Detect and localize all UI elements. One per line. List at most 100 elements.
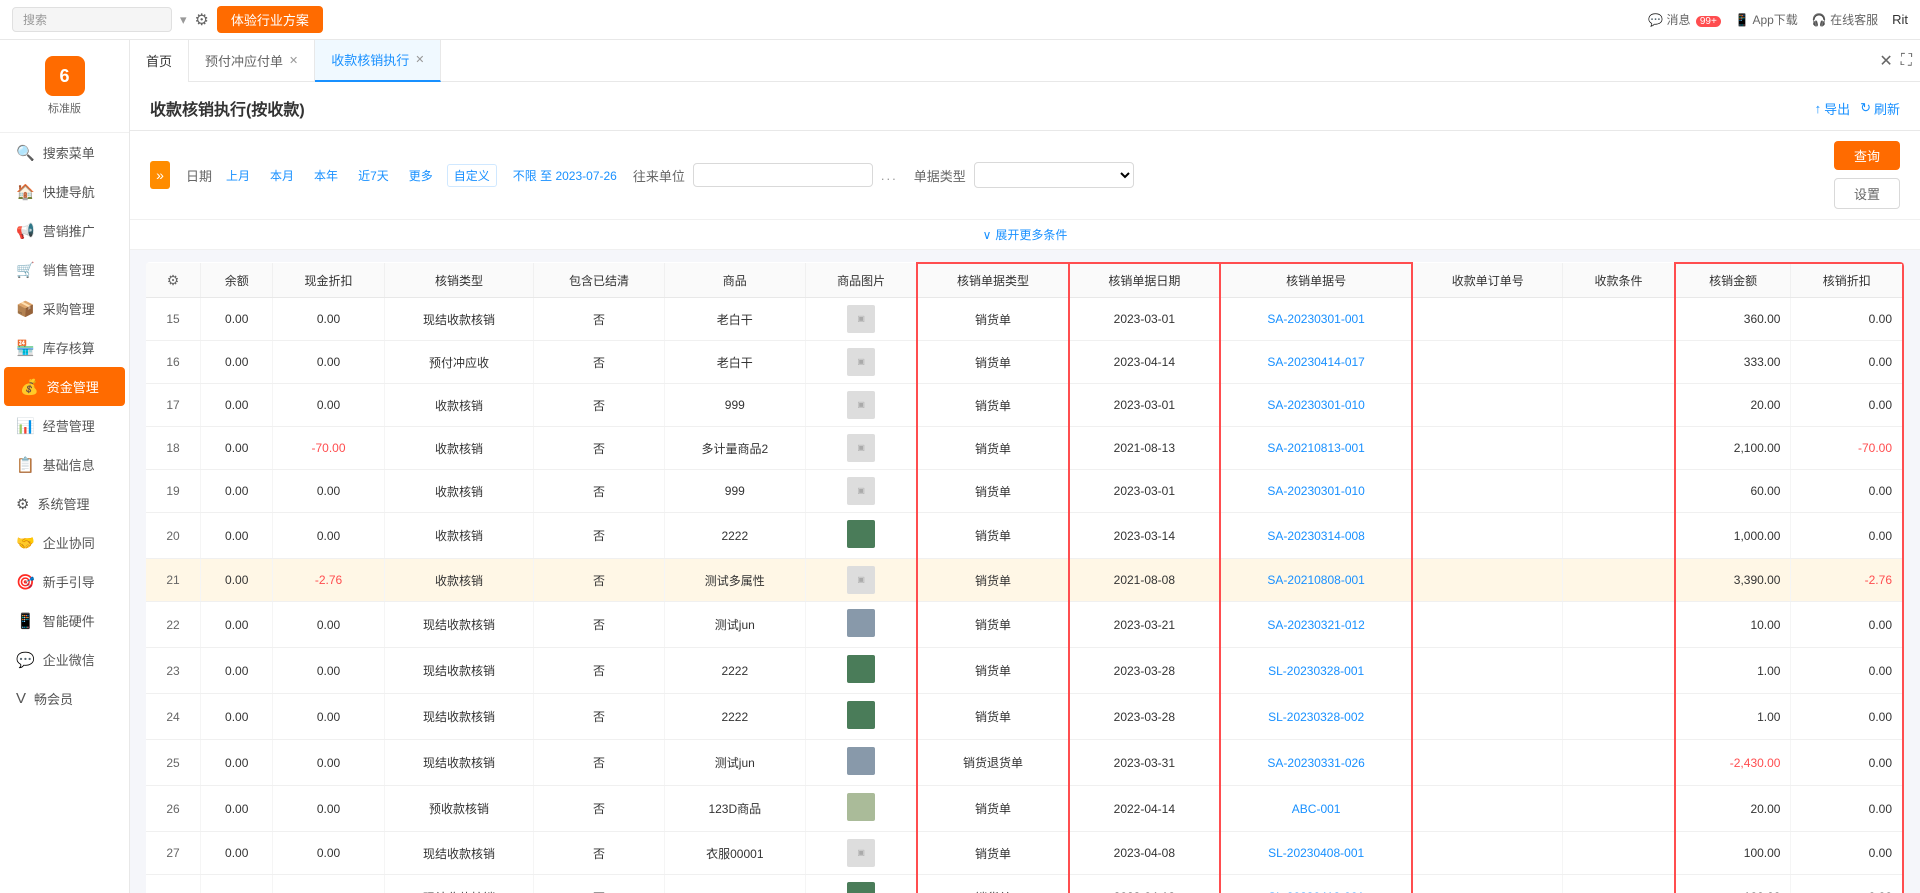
messages-item[interactable]: 💬 消息 99+: [1648, 11, 1721, 28]
th-balance: 余额: [201, 263, 273, 298]
solution-button[interactable]: 体验行业方案: [217, 6, 323, 33]
sidebar-item-collab[interactable]: 🤝 企业协同: [0, 523, 129, 562]
online-service[interactable]: 🎧 在线客服: [1812, 11, 1878, 28]
search-input[interactable]: 搜索: [12, 7, 172, 32]
main-area: 首页 预付冲应付单 ✕ 收款核销执行 ✕ ✕ ⛶ 收款核销执行(按收款) ↑: [130, 40, 1920, 893]
sidebar-item-marketing[interactable]: 📢 营销推广: [0, 211, 129, 250]
search-icon: 🔍: [16, 144, 35, 162]
sidebar-item-basic[interactable]: 📋 基础信息: [0, 445, 129, 484]
cell-wo-doc-no[interactable]: SA-20230301-010: [1220, 384, 1412, 427]
cell-write-off-type: 现结收款核销: [384, 298, 534, 341]
settings-icon[interactable]: ⚙: [195, 10, 209, 30]
cell-receipt-condition: [1563, 384, 1675, 427]
cell-wo-doc-date: 2023-04-18: [1069, 875, 1220, 893]
header-row: ⚙ 余额 现金折扣 核销类型 包含已结清 商品 商品图片 核销单据类型 核销单据…: [146, 263, 1903, 298]
layout: 6 标准版 🔍 搜索菜单 🏠 快捷导航 📢 营销推广 🛒 销售管理 📦 采购管理…: [0, 40, 1920, 893]
cell-write-off-type: 现结收款核销: [384, 602, 534, 648]
sidebar-item-hardware[interactable]: 📱 智能硬件: [0, 601, 129, 640]
cell-goods: 999: [664, 470, 805, 513]
sidebar-item-guide[interactable]: 🎯 新手引导: [0, 562, 129, 601]
cell-goods-image: [805, 786, 917, 832]
sidebar-item-purchase[interactable]: 📦 采购管理: [0, 289, 129, 328]
sidebar-item-finance[interactable]: 💰 资金管理: [4, 367, 125, 406]
cell-wo-doc-type: 销货单: [917, 875, 1068, 893]
date-this-year-btn[interactable]: 本年: [308, 165, 344, 186]
party-filter-input[interactable]: [693, 163, 873, 187]
cell-wo-doc-no[interactable]: SA-20230414-017: [1220, 341, 1412, 384]
th-gear[interactable]: ⚙: [146, 263, 201, 298]
cell-balance: 0.00: [201, 648, 273, 694]
cell-goods: 2222: [664, 694, 805, 740]
cell-wo-doc-date: 2023-03-28: [1069, 648, 1220, 694]
tab-prepay[interactable]: 预付冲应付单 ✕: [189, 40, 315, 82]
cell-wo-doc-date: 2023-03-21: [1069, 602, 1220, 648]
cell-write-off-type: 现结收款核销: [384, 694, 534, 740]
cell-wo-doc-type: 销货单: [917, 602, 1068, 648]
home-icon: 🏠: [16, 183, 35, 201]
filter-arrow-button[interactable]: »: [150, 161, 170, 189]
sidebar-item-search[interactable]: 🔍 搜索菜单: [0, 133, 129, 172]
sidebar-item-wechat[interactable]: 💬 企业微信: [0, 640, 129, 679]
cell-wo-doc-type: 销货单: [917, 786, 1068, 832]
table-row: 260.000.00预收款核销否123D商品销货单2022-04-14ABC-0…: [146, 786, 1903, 832]
tab-close-all-button[interactable]: ✕: [1879, 51, 1892, 71]
sidebar-item-inventory[interactable]: 🏪 库存核算: [0, 328, 129, 367]
cell-wo-doc-no[interactable]: SA-20230301-010: [1220, 470, 1412, 513]
date-more-btn[interactable]: 更多: [403, 165, 439, 186]
cell-receipt-order-no: [1412, 513, 1563, 559]
query-button[interactable]: 查询: [1834, 141, 1900, 170]
gear-icon[interactable]: ⚙: [167, 272, 180, 288]
row-id: 22: [146, 602, 201, 648]
cell-cash-discount: 0.00: [273, 832, 384, 875]
cell-receipt-order-no: [1412, 648, 1563, 694]
tab-expand-button[interactable]: ⛶: [1901, 52, 1912, 70]
sidebar-item-nav[interactable]: 🏠 快捷导航: [0, 172, 129, 211]
refresh-button[interactable]: ↻ 刷新: [1860, 99, 1900, 118]
sidebar-item-member[interactable]: V 畅会员: [0, 679, 129, 718]
date-custom-btn[interactable]: 自定义: [447, 164, 497, 187]
cell-wo-doc-no[interactable]: SL-20230328-002: [1220, 694, 1412, 740]
sidebar-item-sales[interactable]: 🛒 销售管理: [0, 250, 129, 289]
cell-include-settled: 否: [534, 298, 664, 341]
cell-wo-doc-no[interactable]: SA-20210808-001: [1220, 559, 1412, 602]
cell-include-settled: 否: [534, 513, 664, 559]
cell-wo-doc-no[interactable]: ABC-001: [1220, 786, 1412, 832]
cell-wo-doc-date: 2023-04-14: [1069, 341, 1220, 384]
voucher-type-select[interactable]: [974, 162, 1134, 188]
cell-cash-discount: 0.00: [273, 341, 384, 384]
cell-discount: 0.00: [1791, 602, 1903, 648]
cell-include-settled: 否: [534, 470, 664, 513]
cell-wo-doc-no[interactable]: SL-20230328-001: [1220, 648, 1412, 694]
settings-button[interactable]: 设置: [1834, 178, 1900, 209]
tab-writeoff[interactable]: 收款核销执行 ✕: [315, 40, 441, 82]
th-discount: 核销折扣: [1791, 263, 1903, 298]
cell-wo-doc-date: 2023-03-01: [1069, 298, 1220, 341]
cell-receipt-order-no: [1412, 875, 1563, 893]
tab-writeoff-close[interactable]: ✕: [415, 53, 424, 66]
cell-wo-doc-no[interactable]: SA-20230321-012: [1220, 602, 1412, 648]
cell-balance: 0.00: [201, 298, 273, 341]
sidebar-item-system[interactable]: ⚙ 系统管理: [0, 484, 129, 523]
cell-receipt-condition: [1563, 341, 1675, 384]
cell-wo-doc-no[interactable]: SA-20230314-008: [1220, 513, 1412, 559]
export-button[interactable]: ↑ 导出: [1815, 99, 1851, 118]
cell-cash-discount: 0.00: [273, 694, 384, 740]
th-write-off-type: 核销类型: [384, 263, 534, 298]
cell-goods-image: [805, 694, 917, 740]
date-7days-btn[interactable]: 近7天: [352, 165, 395, 186]
tab-prepay-close[interactable]: ✕: [289, 54, 298, 67]
date-last-month-btn[interactable]: 上月: [220, 165, 256, 186]
expand-filter-button[interactable]: ∨ 展开更多条件: [983, 226, 1068, 243]
th-wo-doc-date: 核销单据日期: [1069, 263, 1220, 298]
cell-wo-doc-no[interactable]: SL-20230408-001: [1220, 832, 1412, 875]
cell-wo-doc-no[interactable]: SL-20230418-001: [1220, 875, 1412, 893]
cell-include-settled: 否: [534, 427, 664, 470]
cell-wo-doc-no[interactable]: SA-20210813-001: [1220, 427, 1412, 470]
sidebar-item-operations[interactable]: 📊 经营管理: [0, 406, 129, 445]
cell-goods: 衣服00001: [664, 832, 805, 875]
cell-wo-doc-no[interactable]: SA-20230331-026: [1220, 740, 1412, 786]
date-this-month-btn[interactable]: 本月: [264, 165, 300, 186]
app-download[interactable]: 📱 App下载: [1735, 11, 1798, 28]
tab-home[interactable]: 首页: [130, 40, 189, 82]
cell-wo-doc-no[interactable]: SA-20230301-001: [1220, 298, 1412, 341]
